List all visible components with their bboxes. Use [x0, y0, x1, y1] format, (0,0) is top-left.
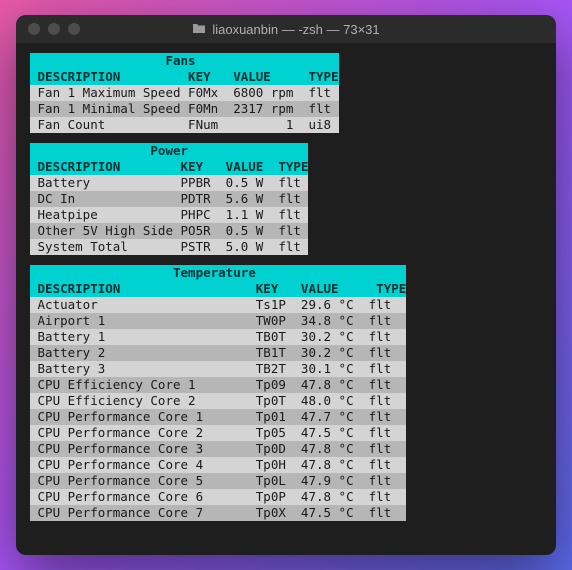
section-title: Fans — [30, 53, 339, 69]
table-row: Other 5V High Side PO5R 0.5 W flt — [30, 223, 308, 239]
close-icon[interactable] — [28, 23, 40, 35]
table-row: Heatpipe PHPC 1.1 W flt — [30, 207, 308, 223]
table-row: Battery 1 TB0T 30.2 °C flt — [30, 329, 406, 345]
table-row: Battery 2 TB1T 30.2 °C flt — [30, 345, 406, 361]
table-row: CPU Efficiency Core 2 Tp0T 48.0 °C flt — [30, 393, 406, 409]
section-title: Temperature — [30, 265, 406, 281]
table-row: CPU Performance Core 2 Tp05 47.5 °C flt — [30, 425, 406, 441]
table-row: CPU Performance Core 7 Tp0X 47.5 °C flt — [30, 505, 406, 521]
table-row: CPU Performance Core 6 Tp0P 47.8 °C flt — [30, 489, 406, 505]
table-row: CPU Efficiency Core 1 Tp09 47.8 °C flt — [30, 377, 406, 393]
window-title: liaoxuanbin — -zsh — 73×31 — [16, 22, 556, 37]
table-row: DC In PDTR 5.6 W flt — [30, 191, 308, 207]
table-row: Fan 1 Minimal Speed F0Mn 2317 rpm flt — [30, 101, 339, 117]
section-fans: Fans DESCRIPTION KEY VALUE TYPE Fan 1 Ma… — [30, 53, 542, 133]
table-row: System Total PSTR 5.0 W flt — [30, 239, 308, 255]
table-row: Fan Count FNum 1 ui8 — [30, 117, 339, 133]
column-headers: DESCRIPTION KEY VALUE TYPE — [30, 281, 406, 297]
section-temperature: Temperature DESCRIPTION KEY VALUE TYPE A… — [30, 265, 542, 521]
terminal-content[interactable]: Fans DESCRIPTION KEY VALUE TYPE Fan 1 Ma… — [16, 43, 556, 555]
traffic-lights — [16, 23, 80, 35]
zoom-icon[interactable] — [68, 23, 80, 35]
titlebar: liaoxuanbin — -zsh — 73×31 — [16, 15, 556, 43]
column-headers: DESCRIPTION KEY VALUE TYPE — [30, 69, 339, 85]
table-row: CPU Performance Core 1 Tp01 47.7 °C flt — [30, 409, 406, 425]
table-row: Airport 1 TW0P 34.8 °C flt — [30, 313, 406, 329]
minimize-icon[interactable] — [48, 23, 60, 35]
section-title: Power — [30, 143, 308, 159]
terminal-window: liaoxuanbin — -zsh — 73×31 Fans DESCRIPT… — [16, 15, 556, 555]
section-power: Power DESCRIPTION KEY VALUE TYPE Battery… — [30, 143, 542, 255]
table-row: CPU Performance Core 4 Tp0H 47.8 °C flt — [30, 457, 406, 473]
window-title-text: liaoxuanbin — -zsh — 73×31 — [212, 22, 379, 37]
table-row: Fan 1 Maximum Speed F0Mx 6800 rpm flt — [30, 85, 339, 101]
table-row: Battery PPBR 0.5 W flt — [30, 175, 308, 191]
column-headers: DESCRIPTION KEY VALUE TYPE — [30, 159, 308, 175]
table-row: CPU Performance Core 5 Tp0L 47.9 °C flt — [30, 473, 406, 489]
table-row: Battery 3 TB2T 30.1 °C flt — [30, 361, 406, 377]
folder-icon — [192, 22, 206, 37]
table-row: Actuator Ts1P 29.6 °C flt — [30, 297, 406, 313]
table-row: CPU Performance Core 3 Tp0D 47.8 °C flt — [30, 441, 406, 457]
